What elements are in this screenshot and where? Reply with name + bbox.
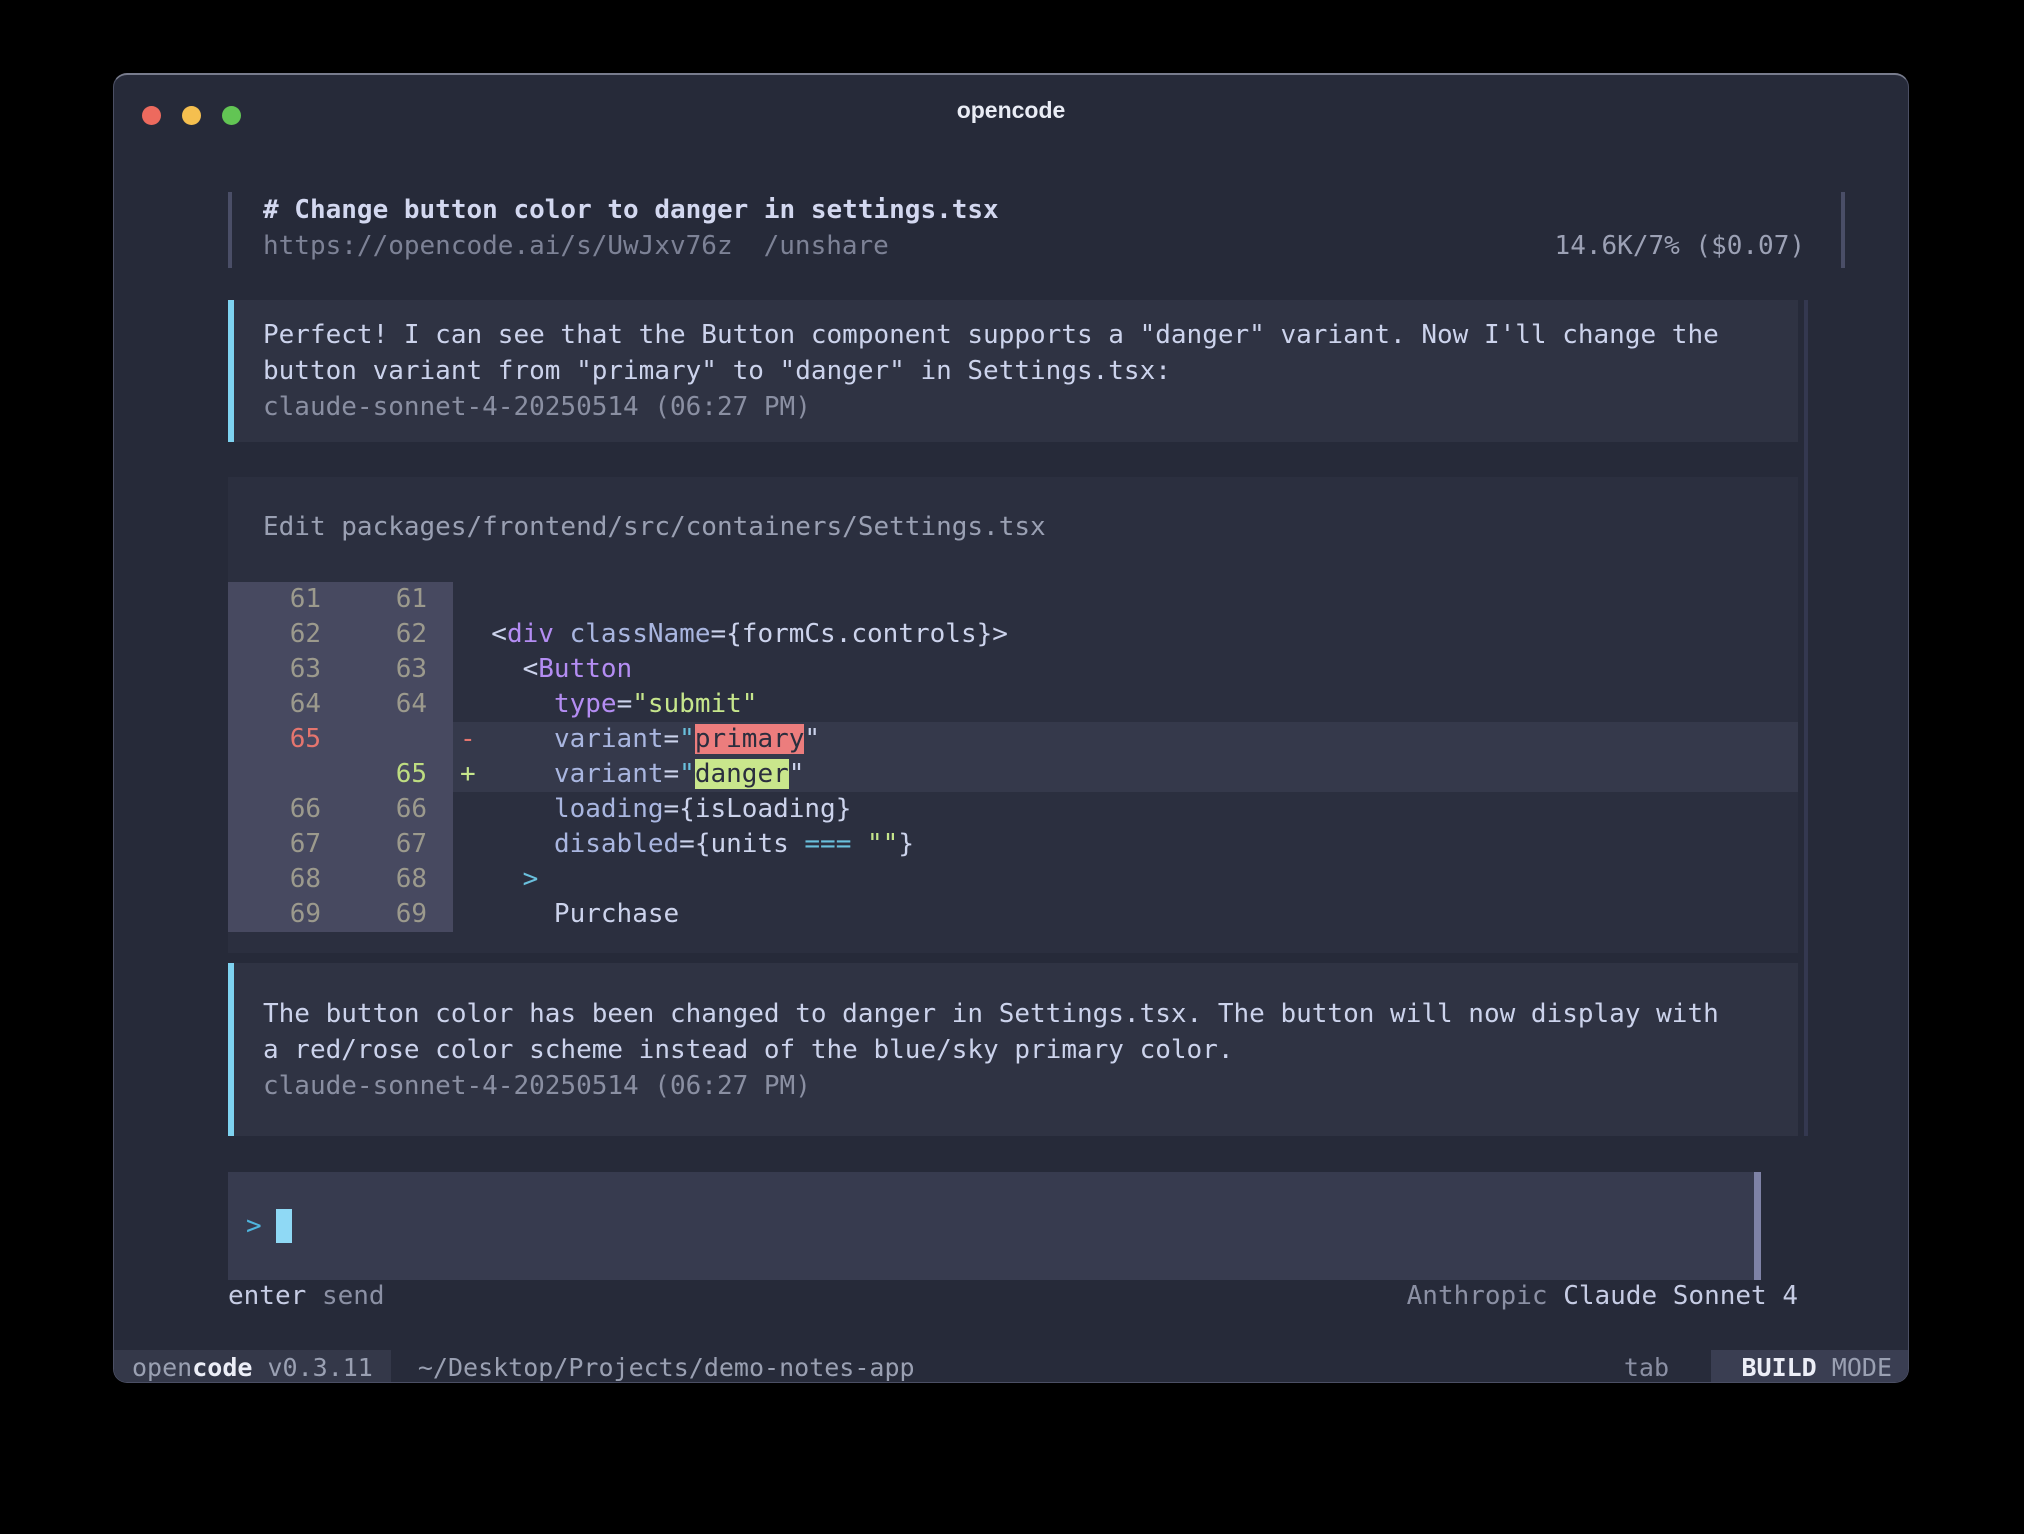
line-number-new: 63 <box>328 652 453 687</box>
build-mode-badge: BUILD MODE <box>1711 1350 1908 1383</box>
line-number-new: 68 <box>328 862 453 897</box>
tab-key-hint: tab <box>1624 1350 1669 1383</box>
line-number-old: 66 <box>228 792 328 827</box>
line-number-old <box>228 757 328 792</box>
provider-label: Anthropic <box>1407 1278 1548 1314</box>
diff-marker <box>460 829 476 859</box>
hint-enter-key: enter <box>228 1278 306 1314</box>
diff-row: 6262 <div className={formCs.controls}> <box>228 617 1798 652</box>
diff-marker <box>460 689 476 719</box>
code-line: <div className={formCs.controls}> <box>453 617 1798 652</box>
line-number-new: 67 <box>328 827 453 862</box>
diff-row: 6363 <Button <box>228 652 1798 687</box>
window-title: opencode <box>114 97 1908 124</box>
app-name-open: open <box>132 1353 192 1382</box>
session-title: # Change button color to danger in setti… <box>263 192 999 228</box>
app-window: opencode # Change button color to danger… <box>113 73 1909 1383</box>
line-number-old: 64 <box>228 687 328 722</box>
line-number-new: 62 <box>328 617 453 652</box>
message-text: The button color has been changed to dan… <box>263 996 1798 1032</box>
session-header: # Change button color to danger in setti… <box>228 192 1845 268</box>
diff-view: 6161 6262 <div className={formCs.control… <box>228 582 1798 932</box>
assistant-message: Perfect! I can see that the Button compo… <box>228 300 1798 442</box>
line-number-old: 69 <box>228 897 328 932</box>
line-number-new: 69 <box>328 897 453 932</box>
diff-marker: - <box>460 724 476 754</box>
context-usage: 14.6K/7% ($0.07) <box>1555 228 1805 264</box>
diff-row: 65+ variant="danger" <box>228 757 1798 792</box>
model-label: Claude Sonnet 4 <box>1563 1278 1798 1314</box>
text-cursor <box>276 1209 292 1243</box>
line-number-old: 65 <box>228 722 328 757</box>
model-meta: claude-sonnet-4-20250514 (06:27 PM) <box>263 389 1798 425</box>
diff-marker <box>460 584 476 614</box>
mode-name: BUILD <box>1741 1350 1816 1383</box>
diff-row: 65 - variant="primary" <box>228 722 1798 757</box>
edit-tool-card: Edit packages/frontend/src/containers/Se… <box>228 477 1798 953</box>
code-line: loading={isLoading} <box>453 792 1798 827</box>
diff-row: 6767 disabled={units === ""} <box>228 827 1798 862</box>
line-number-old: 63 <box>228 652 328 687</box>
hint-row: enter send Anthropic Claude Sonnet 4 <box>228 1278 1798 1314</box>
mode-suffix: MODE <box>1817 1350 1892 1383</box>
input-scrollbar-thumb[interactable] <box>1754 1172 1761 1280</box>
line-number-new <box>328 722 453 757</box>
line-number-new: 64 <box>328 687 453 722</box>
code-line: > <box>453 862 1798 897</box>
diff-row: 6666 loading={isLoading} <box>228 792 1798 827</box>
line-number-new: 65 <box>328 757 453 792</box>
app-version: v0.3.11 <box>252 1353 372 1382</box>
hint-send-label: send <box>322 1278 385 1314</box>
app-name-version: opencode v0.3.11 <box>114 1350 391 1383</box>
code-line: + variant="danger" <box>453 757 1798 792</box>
diff-row: 6969 Purchase <box>228 897 1798 932</box>
code-line: type="submit" <box>453 687 1798 722</box>
line-number-old: 67 <box>228 827 328 862</box>
prompt-input[interactable]: > <box>228 1172 1761 1280</box>
diff-row: 6161 <box>228 582 1798 617</box>
unshare-command[interactable]: /unshare <box>764 228 889 264</box>
working-directory: ~/Desktop/Projects/demo-notes-app <box>418 1350 915 1383</box>
line-number-old: 62 <box>228 617 328 652</box>
message-text: button variant from "primary" to "danger… <box>263 353 1798 389</box>
share-url-link[interactable]: https://opencode.ai/s/UwJxv76z <box>263 228 733 264</box>
diff-marker <box>460 619 476 649</box>
status-bar: opencode v0.3.11 ~/Desktop/Projects/demo… <box>114 1350 1908 1383</box>
chat-scrollbar-track[interactable] <box>1804 300 1808 1136</box>
desktop: opencode # Change button color to danger… <box>0 0 2024 1534</box>
diff-marker <box>460 654 476 684</box>
diff-marker <box>460 794 476 824</box>
assistant-message: The button color has been changed to dan… <box>228 963 1798 1136</box>
diff-row: 6868 > <box>228 862 1798 897</box>
line-number-old: 68 <box>228 862 328 897</box>
app-name-code: code <box>192 1353 252 1382</box>
titlebar: opencode <box>114 75 1908 139</box>
line-number-old: 61 <box>228 582 328 617</box>
code-line: - variant="primary" <box>453 722 1798 757</box>
diff-marker <box>460 864 476 894</box>
code-line: <Button <box>453 652 1798 687</box>
code-line: disabled={units === ""} <box>453 827 1798 862</box>
model-meta: claude-sonnet-4-20250514 (06:27 PM) <box>263 1068 1798 1104</box>
diff-row: 6464 type="submit" <box>228 687 1798 722</box>
message-text: Perfect! I can see that the Button compo… <box>263 317 1798 353</box>
diff-marker <box>460 899 476 929</box>
line-number-new: 61 <box>328 582 453 617</box>
edit-tool-title: Edit packages/frontend/src/containers/Se… <box>228 477 1798 545</box>
line-number-new: 66 <box>328 792 453 827</box>
code-line: Purchase <box>453 897 1798 932</box>
prompt-symbol: > <box>246 1211 262 1241</box>
message-text: a red/rose color scheme instead of the b… <box>263 1032 1798 1068</box>
diff-marker: + <box>460 759 476 789</box>
code-line <box>453 582 1798 617</box>
